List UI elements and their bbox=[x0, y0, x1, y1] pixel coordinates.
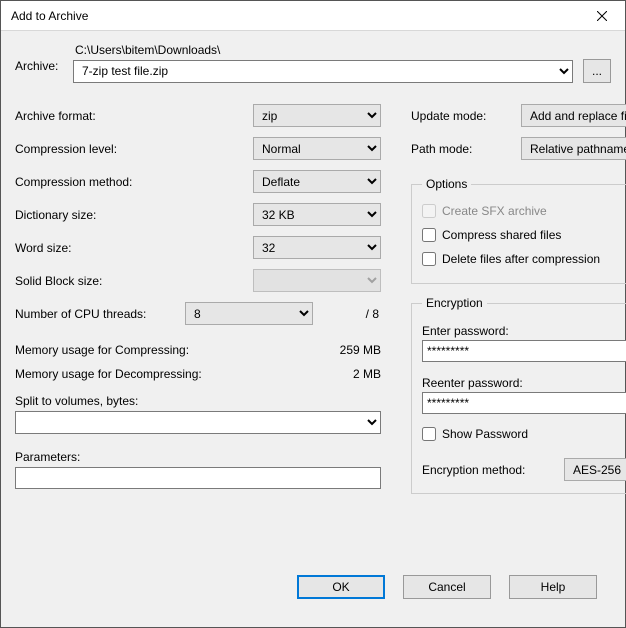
dictionary-size-select[interactable]: 32 KB bbox=[253, 203, 381, 226]
sfx-checkbox bbox=[422, 204, 436, 218]
compression-method-label: Compression method: bbox=[15, 175, 185, 189]
update-mode-select[interactable]: Add and replace files bbox=[521, 104, 626, 127]
compress-shared-label: Compress shared files bbox=[442, 228, 561, 242]
compression-level-label: Compression level: bbox=[15, 142, 185, 156]
titlebar: Add to Archive bbox=[1, 1, 625, 31]
split-volumes-label: Split to volumes, bytes: bbox=[15, 394, 381, 408]
cpu-threads-total: / 8 bbox=[317, 307, 381, 321]
path-mode-select[interactable]: Relative pathnames bbox=[521, 137, 626, 160]
archive-format-select[interactable]: zip bbox=[253, 104, 381, 127]
mem-decompress-value: 2 MB bbox=[353, 367, 381, 381]
parameters-input[interactable] bbox=[15, 467, 381, 489]
solid-block-size-select bbox=[253, 269, 381, 292]
show-password-label: Show Password bbox=[442, 427, 528, 441]
ok-button[interactable]: OK bbox=[297, 575, 385, 599]
delete-after-checkbox[interactable] bbox=[422, 252, 436, 266]
reenter-password-input[interactable] bbox=[422, 392, 626, 414]
archive-path: C:\Users\bitem\Downloads\ bbox=[73, 43, 611, 57]
enter-password-input[interactable] bbox=[422, 340, 626, 362]
close-icon bbox=[597, 11, 607, 21]
update-mode-label: Update mode: bbox=[411, 109, 521, 123]
enter-password-label: Enter password: bbox=[422, 324, 626, 338]
archive-label: Archive: bbox=[15, 43, 73, 73]
compression-level-select[interactable]: Normal bbox=[253, 137, 381, 160]
window-title: Add to Archive bbox=[11, 9, 88, 23]
dialog-footer: OK Cancel Help bbox=[15, 563, 611, 615]
browse-button[interactable]: ... bbox=[583, 59, 611, 83]
options-group: Options Create SFX archive Compress shar… bbox=[411, 177, 626, 284]
cancel-button[interactable]: Cancel bbox=[403, 575, 491, 599]
delete-after-label: Delete files after compression bbox=[442, 252, 600, 266]
encryption-method-label: Encryption method: bbox=[422, 463, 525, 477]
parameters-label: Parameters: bbox=[15, 450, 381, 464]
cpu-threads-label: Number of CPU threads: bbox=[15, 307, 185, 321]
archive-row: Archive: C:\Users\bitem\Downloads\ 7-zip… bbox=[15, 43, 611, 83]
compression-method-select[interactable]: Deflate bbox=[253, 170, 381, 193]
client-area: Archive: C:\Users\bitem\Downloads\ 7-zip… bbox=[1, 31, 625, 627]
left-column: Archive format: zip Compression level: N… bbox=[15, 99, 381, 563]
archive-filename-combo[interactable]: 7-zip test file.zip bbox=[73, 60, 573, 83]
encryption-method-select[interactable]: AES-256 bbox=[564, 458, 626, 481]
options-legend: Options bbox=[422, 177, 471, 191]
ellipsis-icon: ... bbox=[592, 64, 602, 78]
sfx-label: Create SFX archive bbox=[442, 204, 547, 218]
word-size-select[interactable]: 32 bbox=[253, 236, 381, 259]
columns: Archive format: zip Compression level: N… bbox=[15, 99, 611, 563]
archive-format-label: Archive format: bbox=[15, 109, 185, 123]
add-to-archive-dialog: Add to Archive Archive: C:\Users\bitem\D… bbox=[0, 0, 626, 628]
solid-block-size-label: Solid Block size: bbox=[15, 274, 185, 288]
right-column: Update mode: Add and replace files Path … bbox=[411, 99, 626, 563]
close-button[interactable] bbox=[579, 1, 625, 31]
split-volumes-combo[interactable] bbox=[15, 411, 381, 434]
encryption-legend: Encryption bbox=[422, 296, 487, 310]
help-button[interactable]: Help bbox=[509, 575, 597, 599]
compress-shared-checkbox[interactable] bbox=[422, 228, 436, 242]
show-password-checkbox[interactable] bbox=[422, 427, 436, 441]
reenter-password-label: Reenter password: bbox=[422, 376, 626, 390]
word-size-label: Word size: bbox=[15, 241, 185, 255]
cpu-threads-select[interactable]: 8 bbox=[185, 302, 313, 325]
encryption-group: Encryption Enter password: Reenter passw… bbox=[411, 296, 626, 494]
dictionary-size-label: Dictionary size: bbox=[15, 208, 185, 222]
mem-compress-value: 259 MB bbox=[340, 343, 381, 357]
path-mode-label: Path mode: bbox=[411, 142, 521, 156]
mem-compress-label: Memory usage for Compressing: bbox=[15, 343, 189, 357]
mem-decompress-label: Memory usage for Decompressing: bbox=[15, 367, 202, 381]
